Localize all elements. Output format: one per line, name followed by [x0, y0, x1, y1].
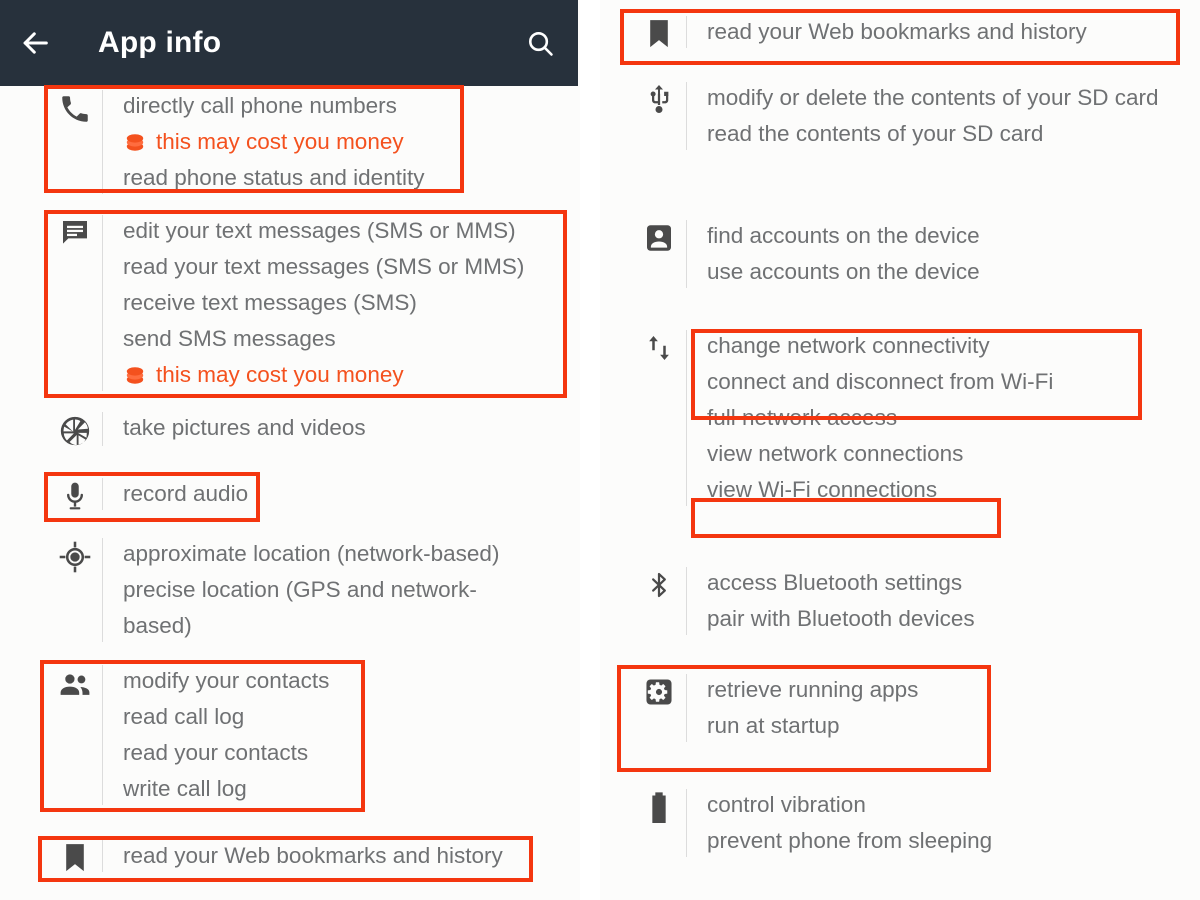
permission-line: record audio [123, 481, 249, 506]
message-icon [48, 213, 102, 249]
coins-icon [123, 131, 147, 153]
permission-line: read your Web bookmarks and history [707, 19, 1087, 44]
permission-line: prevent phone from sleeping [707, 828, 993, 853]
permission-lines: edit your text messages (SMS or MMS) rea… [103, 213, 564, 393]
permission-line-cost-warning: this may cost you money [123, 124, 466, 160]
cost-warning-text: this may cost you money [156, 362, 404, 387]
permission-line: view Wi-Fi connections [707, 477, 938, 502]
bluetooth-icon [632, 565, 686, 601]
permission-line: pair with Bluetooth devices [707, 606, 975, 631]
permission-group-microphone[interactable]: record audio [48, 476, 258, 512]
permission-group-bookmarks-right[interactable]: read your Web bookmarks and history [632, 14, 1162, 50]
permission-group-storage[interactable]: modify or delete the contents of your SD… [632, 80, 1197, 152]
permission-line: retrieve running apps [707, 677, 919, 702]
back-button[interactable] [0, 0, 70, 86]
permission-group-sms[interactable]: edit your text messages (SMS or MMS) rea… [48, 213, 564, 393]
running-apps-gear-icon [632, 672, 686, 708]
permission-line: read phone status and identity [123, 165, 425, 190]
permission-group-running-apps[interactable]: retrieve running apps run at startup [632, 672, 972, 744]
page-title: App info [98, 26, 222, 59]
bookmark-icon [48, 838, 102, 874]
permission-lines: take pictures and videos [103, 410, 468, 446]
battery-icon [632, 787, 686, 825]
camera-aperture-icon [48, 410, 102, 448]
permission-line: use accounts on the device [707, 259, 980, 284]
permission-line: read the contents of your SD card [707, 121, 1044, 146]
permission-line: directly call phone numbers [123, 93, 397, 118]
permission-group-battery[interactable]: control vibration prevent phone from sle… [632, 787, 1092, 859]
permission-line: receive text messages (SMS) [123, 290, 417, 315]
permission-lines: retrieve running apps run at startup [687, 672, 972, 744]
permission-line: change network connectivity [707, 333, 990, 358]
permission-line: view network connections [707, 441, 964, 466]
permission-group-network[interactable]: change network connectivity connect and … [632, 328, 1152, 508]
permission-lines: modify or delete the contents of your SD… [687, 80, 1197, 152]
screenshot-root: App info directly call phone numbers thi… [0, 0, 1200, 900]
usb-icon [632, 80, 686, 116]
coins-icon [123, 364, 147, 386]
permission-line: access Bluetooth settings [707, 570, 963, 595]
microphone-icon [48, 476, 102, 512]
permission-line: read your Web bookmarks and history [123, 843, 503, 868]
permission-line: read your text messages (SMS or MMS) [123, 254, 525, 279]
permission-group-camera[interactable]: take pictures and videos [48, 410, 468, 448]
arrow-back-icon [18, 26, 52, 60]
contacts-icon [48, 663, 102, 703]
permission-line: find accounts on the device [707, 223, 980, 248]
permission-lines: approximate location (network-based) pre… [103, 536, 558, 644]
permission-line: control vibration [707, 792, 866, 817]
cost-warning-text: this may cost you money [156, 129, 404, 154]
permission-group-phone[interactable]: directly call phone numbers this may cos… [48, 88, 466, 196]
permission-line: full network access [707, 405, 898, 430]
bookmark-icon [632, 14, 686, 50]
phone-icon [48, 88, 102, 126]
permission-group-accounts[interactable]: find accounts on the device use accounts… [632, 218, 1082, 290]
permission-lines: read your Web bookmarks and history [103, 838, 528, 874]
permission-line: modify your contacts [123, 668, 330, 693]
permission-group-contacts[interactable]: modify your contacts read call log read … [48, 663, 360, 807]
search-icon [525, 28, 556, 59]
permission-line: write call log [123, 776, 247, 801]
permission-lines: control vibration prevent phone from sle… [687, 787, 1092, 859]
network-sync-icon [632, 328, 686, 364]
permission-line: edit your text messages (SMS or MMS) [123, 218, 516, 243]
permission-lines: directly call phone numbers this may cos… [103, 88, 466, 196]
permission-line: read your contacts [123, 740, 309, 765]
permission-line: take pictures and videos [123, 415, 366, 440]
panel-gutter [580, 0, 600, 900]
permission-line-cost-warning: this may cost you money [123, 357, 564, 393]
account-box-icon [632, 218, 686, 254]
permission-line: precise location (GPS and network-based) [123, 577, 477, 638]
permission-group-bookmarks[interactable]: read your Web bookmarks and history [48, 838, 528, 874]
permission-group-location[interactable]: approximate location (network-based) pre… [48, 536, 558, 644]
app-bar: App info [0, 0, 578, 86]
permission-line: approximate location (network-based) [123, 541, 500, 566]
permission-lines: record audio [103, 476, 258, 512]
permission-line: connect and disconnect from Wi-Fi [707, 369, 1054, 394]
location-crosshair-icon [48, 536, 102, 574]
permission-lines: change network connectivity connect and … [687, 328, 1152, 508]
permission-line: read call log [123, 704, 245, 729]
permission-line: run at startup [707, 713, 840, 738]
search-button[interactable] [502, 0, 578, 86]
permission-lines: read your Web bookmarks and history [687, 14, 1162, 50]
permission-line: modify or delete the contents of your SD… [707, 85, 1159, 110]
permission-lines: modify your contacts read call log read … [103, 663, 360, 807]
permission-group-bluetooth[interactable]: access Bluetooth settings pair with Blue… [632, 565, 1082, 637]
permission-line: send SMS messages [123, 326, 336, 351]
permission-lines: access Bluetooth settings pair with Blue… [687, 565, 1082, 637]
permission-lines: find accounts on the device use accounts… [687, 218, 1082, 290]
